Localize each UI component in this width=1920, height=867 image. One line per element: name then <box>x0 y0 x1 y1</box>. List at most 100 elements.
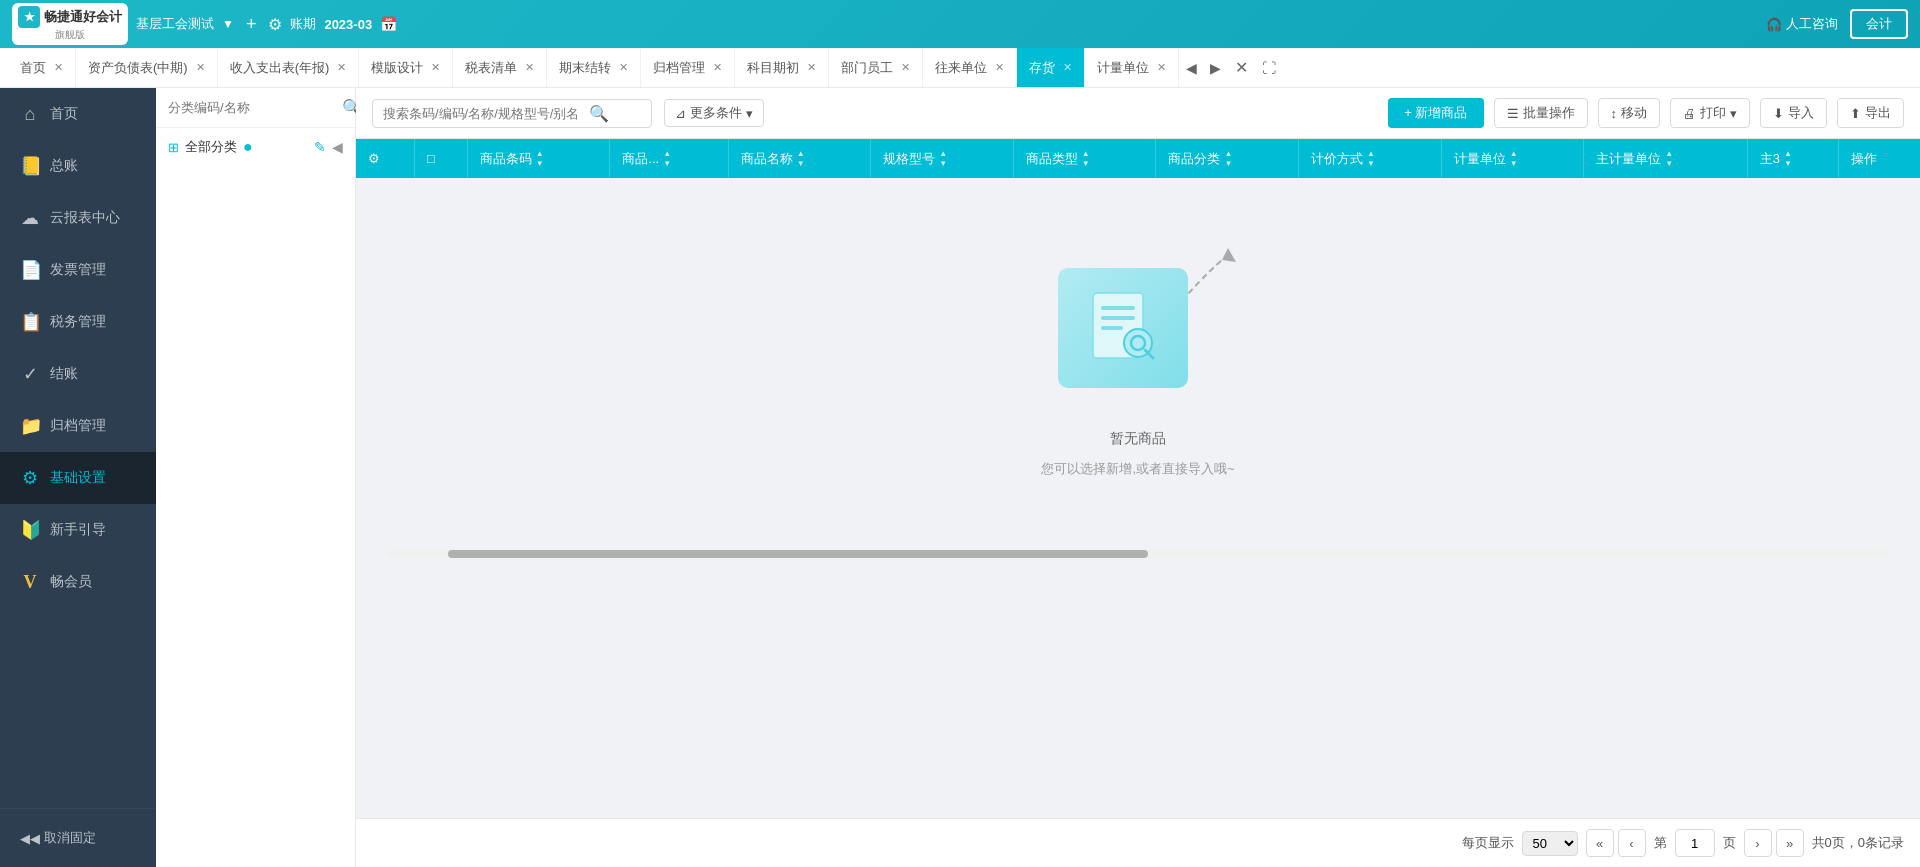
calendar-icon[interactable]: 📅 <box>380 16 397 32</box>
sidebar-item-invoice[interactable]: 📄 发票管理 <box>0 244 156 296</box>
tab-close-all-btn[interactable]: ✕ <box>1227 48 1255 88</box>
print-button[interactable]: 🖨 打印 ▾ <box>1670 98 1750 128</box>
page-first-btn[interactable]: « <box>1586 829 1614 857</box>
table-scrollbar-thumb[interactable] <box>448 550 1148 558</box>
tab-unit-close[interactable]: ✕ <box>1157 61 1166 74</box>
tab-archive-close[interactable]: ✕ <box>713 61 722 74</box>
tab-prev-btn[interactable]: ◀ <box>1179 48 1203 88</box>
tab-tax-close[interactable]: ✕ <box>525 61 534 74</box>
col-price-method-header[interactable]: 计价方式 ▲▼ <box>1299 139 1442 178</box>
tab-period-end[interactable]: 期末结转 ✕ <box>547 48 641 88</box>
account-button[interactable]: 会计 <box>1850 9 1908 39</box>
page-next-btn[interactable]: › <box>1744 829 1772 857</box>
col-type-header[interactable]: 商品类型 ▲▼ <box>1013 139 1156 178</box>
col-check-header[interactable]: □ <box>415 139 468 178</box>
tab-period-end-close[interactable]: ✕ <box>619 61 628 74</box>
tab-counterpart[interactable]: 往来单位 ✕ <box>923 48 1017 88</box>
sidebar-item-vip[interactable]: V 畅会员 <box>0 556 156 608</box>
tab-dept[interactable]: 部门员工 ✕ <box>829 48 923 88</box>
left-panel: 🔍 ⊞ 全部分类 ● ✎ ◀ <box>156 88 356 867</box>
col-spec-header[interactable]: 规格型号 ▲▼ <box>871 139 1014 178</box>
settings-sidebar-icon: ⚙ <box>20 467 40 489</box>
page-size-select[interactable]: 50 10 20 100 <box>1522 831 1578 856</box>
category-active-dot: ● <box>243 138 253 156</box>
empty-title: 暂无商品 <box>1110 430 1166 448</box>
category-header[interactable]: ⊞ 全部分类 ● ✎ ◀ <box>156 128 355 166</box>
batch-operation-button[interactable]: ☰ 批量操作 <box>1494 98 1588 128</box>
more-filter-chevron: ▾ <box>746 106 753 121</box>
col-main-unit-header[interactable]: 主计量单位 ▲▼ <box>1584 139 1747 178</box>
tab-expand-btn[interactable]: ⛶ <box>1255 48 1283 88</box>
tab-template[interactable]: 模版设计 ✕ <box>359 48 453 88</box>
tab-balance[interactable]: 资产负债表(中期) ✕ <box>76 48 218 88</box>
product-search-icon[interactable]: 🔍 <box>589 104 609 123</box>
more-filter-label: 更多条件 <box>690 104 742 122</box>
sidebar-item-report[interactable]: ☁ 云报表中心 <box>0 192 156 244</box>
print-icon: 🖨 <box>1683 106 1696 121</box>
settings-icon[interactable]: ⚙ <box>268 15 282 34</box>
category-edit-icon[interactable]: ✎ <box>314 139 326 155</box>
tab-balance-close[interactable]: ✕ <box>196 61 205 74</box>
import-button[interactable]: ⬇ 导入 <box>1760 98 1827 128</box>
tab-tax[interactable]: 税表清单 ✕ <box>453 48 547 88</box>
export-icon: ⬆ <box>1850 106 1861 121</box>
col-settings-header[interactable]: ⚙ <box>356 139 415 178</box>
tab-income-close[interactable]: ✕ <box>337 61 346 74</box>
tab-inventory-close[interactable]: ✕ <box>1063 61 1072 74</box>
period-label: 账期 <box>290 15 316 33</box>
tab-subject-init-close[interactable]: ✕ <box>807 61 816 74</box>
product-search-input[interactable] <box>383 106 583 121</box>
batch-icon: ☰ <box>1507 106 1519 121</box>
page-prev-btn[interactable]: ‹ <box>1618 829 1646 857</box>
add-product-button[interactable]: + 新增商品 <box>1388 98 1483 128</box>
unpin-sidebar-btn[interactable]: ◀◀ 取消固定 <box>0 821 156 855</box>
tab-dept-close[interactable]: ✕ <box>901 61 910 74</box>
empty-illustration <box>1028 238 1248 418</box>
batch-label: 批量操作 <box>1523 104 1575 122</box>
tab-bar: 首页 ✕ 资产负债表(中期) ✕ 收入支出表(年报) ✕ 模版设计 ✕ 税表清单… <box>0 48 1920 88</box>
main-panel: 🔍 ⊿ 更多条件 ▾ + 新增商品 ☰ 批量操作 ↕ <box>356 88 1920 867</box>
sidebar-item-ledger[interactable]: 📒 总账 <box>0 140 156 192</box>
sidebar-item-home[interactable]: ⌂ 首页 <box>0 88 156 140</box>
tab-income[interactable]: 收入支出表(年报) ✕ <box>218 48 360 88</box>
tab-income-label: 收入支出表(年报) <box>230 59 330 77</box>
tab-inventory[interactable]: 存货 ✕ <box>1017 48 1085 88</box>
sidebar-item-archive[interactable]: 📁 归档管理 <box>0 400 156 452</box>
sidebar-invoice-label: 发票管理 <box>50 261 106 279</box>
human-service-btn[interactable]: 🎧 人工咨询 <box>1766 15 1838 33</box>
col-category-header[interactable]: 商品分类 ▲▼ <box>1156 139 1299 178</box>
more-filter-btn[interactable]: ⊿ 更多条件 ▾ <box>664 99 764 127</box>
col-col3-header[interactable]: 主3 ▲▼ <box>1747 139 1839 178</box>
table-scrollbar-track[interactable] <box>388 550 1888 558</box>
col-code-header[interactable]: 商品... ▲▼ <box>610 139 728 178</box>
sidebar-item-guide[interactable]: 🔰 新手引导 <box>0 504 156 556</box>
sidebar-item-tax[interactable]: 📋 税务管理 <box>0 296 156 348</box>
tab-archive[interactable]: 归档管理 ✕ <box>641 48 735 88</box>
period-value[interactable]: 2023-03 <box>324 17 372 32</box>
company-dropdown-icon[interactable]: ▼ <box>222 17 234 31</box>
export-button[interactable]: ⬆ 导出 <box>1837 98 1904 128</box>
company-name[interactable]: 基层工会测试 <box>136 15 214 33</box>
tab-template-close[interactable]: ✕ <box>431 61 440 74</box>
col-name-header[interactable]: 商品名称 ▲▼ <box>728 139 871 178</box>
page-total-label: 共0页，0条记录 <box>1812 834 1904 852</box>
sidebar-item-close[interactable]: ✓ 结账 <box>0 348 156 400</box>
add-tab-button[interactable]: + <box>242 14 261 35</box>
col-unit-header[interactable]: 计量单位 ▲▼ <box>1441 139 1584 178</box>
category-search-input[interactable] <box>168 100 336 115</box>
tab-next-btn[interactable]: ▶ <box>1203 48 1227 88</box>
page-number-input[interactable] <box>1675 829 1715 857</box>
tab-inventory-label: 存货 <box>1029 59 1055 77</box>
category-collapse-icon[interactable]: ◀ <box>332 139 343 155</box>
tab-unit[interactable]: 计量单位 ✕ <box>1085 48 1179 88</box>
move-button[interactable]: ↕ 移动 <box>1598 98 1661 128</box>
sidebar-ledger-label: 总账 <box>50 157 78 175</box>
page-last-btn[interactable]: » <box>1776 829 1804 857</box>
tab-unit-label: 计量单位 <box>1097 59 1149 77</box>
tab-home-close[interactable]: ✕ <box>54 61 63 74</box>
col-barcode-header[interactable]: 商品条码 ▲▼ <box>467 139 610 178</box>
tab-subject-init[interactable]: 科目期初 ✕ <box>735 48 829 88</box>
tab-home[interactable]: 首页 ✕ <box>8 48 76 88</box>
sidebar-item-settings[interactable]: ⚙ 基础设置 <box>0 452 156 504</box>
tab-counterpart-close[interactable]: ✕ <box>995 61 1004 74</box>
